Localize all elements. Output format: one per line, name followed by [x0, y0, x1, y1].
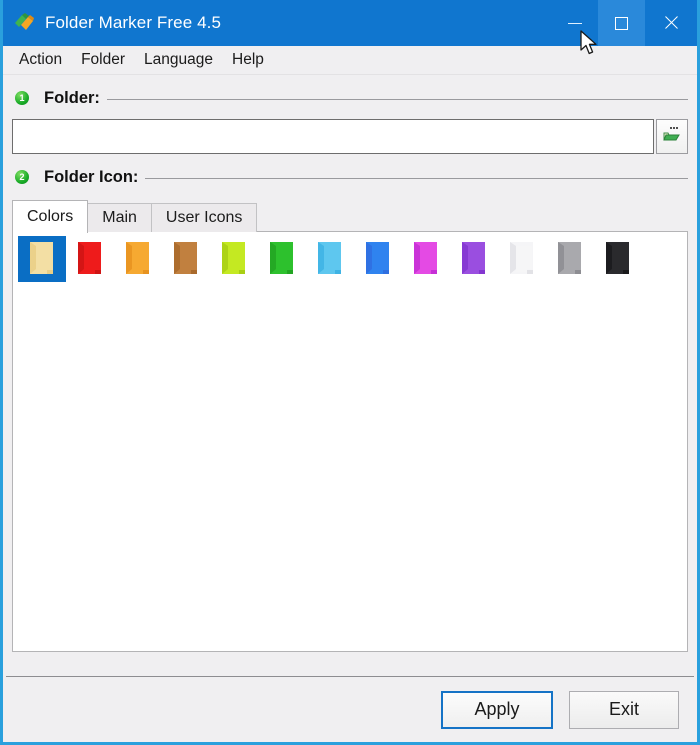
folder-color-swatch-white[interactable] — [498, 236, 546, 282]
tab-user-icons[interactable]: User Icons — [150, 203, 258, 232]
tab-main[interactable]: Main — [87, 203, 152, 232]
folder-path-row — [12, 119, 688, 154]
footer-bar: Apply Exit — [6, 676, 694, 742]
folder-color-swatch-brown[interactable] — [162, 236, 210, 282]
step-1-badge: 1 — [15, 91, 29, 105]
folder-color-swatch-purple[interactable] — [450, 236, 498, 282]
folder-group-header: 1 Folder: — [12, 87, 688, 109]
folder-marker-icon — [13, 12, 35, 34]
menu-item-help[interactable]: Help — [223, 49, 274, 72]
folder-icon-blue — [366, 242, 389, 274]
browse-folder-button[interactable] — [656, 119, 688, 154]
folder-color-swatch-green[interactable] — [258, 236, 306, 282]
folder-color-swatch-lime[interactable] — [210, 236, 258, 282]
folder-color-swatch-row — [18, 236, 687, 282]
step-2-badge: 2 — [15, 170, 29, 184]
folder-icon-label: Folder Icon: — [44, 167, 139, 186]
folder-icon-red — [78, 242, 101, 274]
folder-icon-cyan — [318, 242, 341, 274]
icon-tabs: Colors Main User Icons — [12, 200, 688, 233]
folder-color-swatch-black[interactable] — [594, 236, 642, 282]
folder-color-swatch-red[interactable] — [66, 236, 114, 282]
folder-path-input[interactable] — [12, 119, 654, 154]
folder-icon-magenta — [414, 242, 437, 274]
minimize-icon — [567, 22, 582, 24]
folder-icon-black — [606, 242, 629, 274]
menu-item-language[interactable]: Language — [135, 49, 223, 72]
close-icon — [663, 15, 679, 31]
exit-button[interactable]: Exit — [569, 690, 679, 729]
window-title: Folder Marker Free 4.5 — [45, 13, 222, 32]
minimize-button[interactable] — [551, 0, 598, 46]
open-folder-browse-icon — [662, 125, 682, 148]
folder-group-divider — [106, 99, 688, 100]
main-content: 1 Folder: 2 Folder Icon: Colors Main Use… — [3, 87, 697, 652]
folder-label: Folder: — [44, 88, 100, 107]
folder-icon-purple — [462, 242, 485, 274]
folder-color-swatch-blue[interactable] — [354, 236, 402, 282]
menu-item-folder[interactable]: Folder — [72, 49, 135, 72]
folder-icon-group-header: 2 Folder Icon: — [12, 166, 688, 188]
folder-icon-green — [270, 242, 293, 274]
apply-button[interactable]: Apply — [441, 690, 553, 729]
folder-icon-white — [510, 242, 533, 274]
folder-color-swatch-cream[interactable] — [18, 236, 66, 282]
title-bar: Folder Marker Free 4.5 — [3, 0, 697, 46]
maximize-button[interactable] — [598, 0, 645, 46]
close-button[interactable] — [645, 0, 697, 46]
folder-color-swatch-cyan[interactable] — [306, 236, 354, 282]
folder-icon-brown — [174, 242, 197, 274]
maximize-icon — [615, 16, 628, 30]
menu-bar: Action Folder Language Help — [3, 46, 697, 75]
folder-color-swatch-gray[interactable] — [546, 236, 594, 282]
window-controls — [551, 0, 697, 46]
tab-colors[interactable]: Colors — [12, 200, 89, 233]
folder-color-swatch-magenta[interactable] — [402, 236, 450, 282]
application-window: Folder Marker Free 4.5 Action Folder Lan… — [0, 0, 700, 745]
folder-icon-cream — [30, 242, 53, 274]
folder-icon-group-divider — [145, 178, 688, 179]
folder-icon-orange — [126, 242, 149, 274]
icon-gallery-panel — [12, 231, 688, 652]
folder-icon-gray — [558, 242, 581, 274]
menu-item-action[interactable]: Action — [10, 49, 72, 72]
folder-icon-lime — [222, 242, 245, 274]
folder-color-swatch-orange[interactable] — [114, 236, 162, 282]
